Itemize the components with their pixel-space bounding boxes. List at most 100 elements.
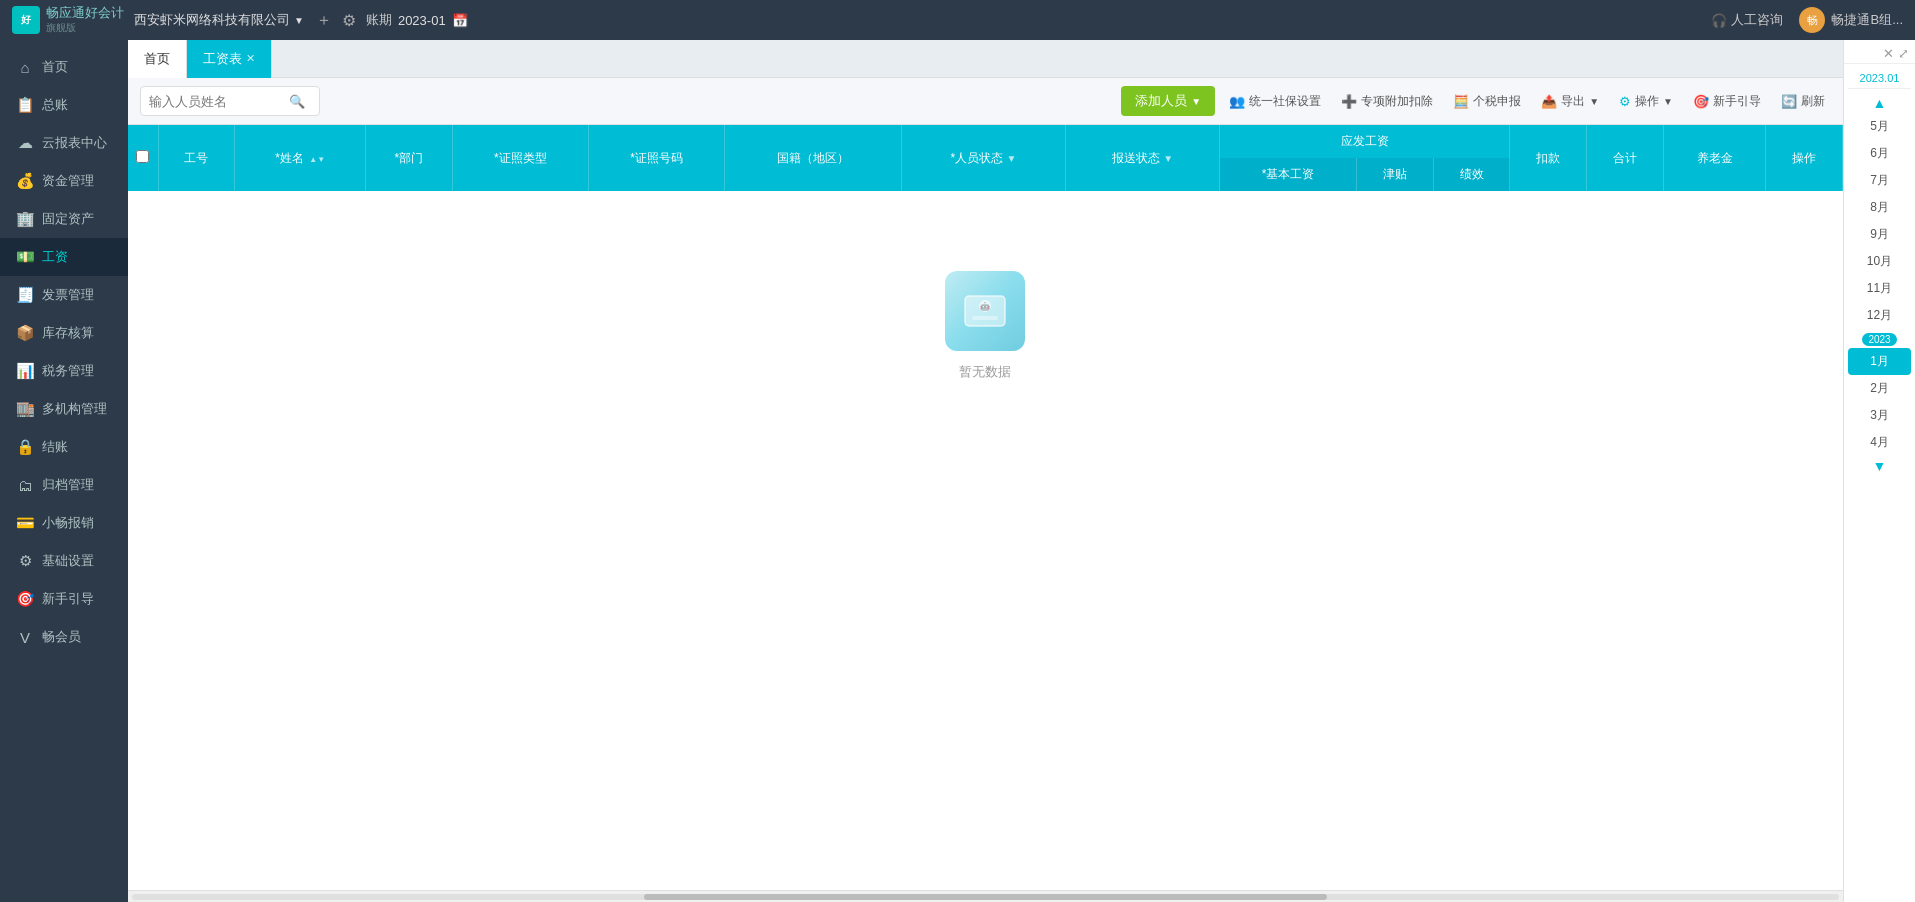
month-item-12[interactable]: 12月 [1848,302,1911,329]
member-icon: V [16,629,34,646]
sidebar-item-label: 归档管理 [42,476,94,494]
date-panel-up-nav[interactable]: ▲ [1873,93,1887,113]
th-operations: 操作 [1766,125,1843,191]
sidebar-item-member[interactable]: V 畅会员 [0,618,128,656]
empty-state-row: 🤖 暂无数据 [128,191,1843,461]
sidebar-item-multi[interactable]: 🏬 多机构管理 [0,390,128,428]
table-wrap: 工号 *姓名 ▲▼ *部门 *证照类型 *证照号码 国籍（地区） *人员状态 ▼ [128,125,1843,890]
refresh-label: 刷新 [1801,93,1825,110]
select-all-checkbox[interactable] [136,150,149,163]
tab-home[interactable]: 首页 [128,40,187,78]
sidebar-item-label: 结账 [42,438,68,456]
operations-arrow-icon: ▼ [1663,96,1673,107]
logo-area: 好 畅应通好会计 旗舰版 [12,5,124,35]
guide-icon: 🎯 [16,590,34,608]
period-area: 账期 2023-01 📅 [366,11,468,29]
operations-button[interactable]: ⚙ 操作 ▼ [1613,86,1679,116]
th-dept: *部门 [365,125,452,191]
special-deduct-label: 专项附加扣除 [1361,93,1433,110]
month-item-9[interactable]: 9月 [1848,221,1911,248]
status-filter-icon[interactable]: ▼ [1007,153,1017,164]
month-item-7[interactable]: 7月 [1848,167,1911,194]
name-sort-icon[interactable]: ▲▼ [309,156,325,164]
th-checkbox[interactable] [128,125,158,191]
social-settings-button[interactable]: 👥 统一社保设置 [1223,86,1327,116]
th-status: *人员状态 ▼ [902,125,1066,191]
th-deduct: 扣款 [1510,125,1587,191]
month-item-4[interactable]: 4月 [1848,429,1911,456]
sidebar-item-basic[interactable]: ⚙ 基础设置 [0,542,128,580]
sidebar-item-home[interactable]: ⌂ 首页 [0,48,128,86]
sidebar-item-fund[interactable]: 💰 资金管理 [0,162,128,200]
sidebar-item-expense[interactable]: 💳 小畅报销 [0,504,128,542]
date-year-badge: 2023 [1862,333,1896,346]
search-input-wrap[interactable]: 🔍 [140,86,320,116]
new-guide-button[interactable]: 🎯 新手引导 [1687,86,1767,116]
top-bar: 好 畅应通好会计 旗舰版 西安虾米网络科技有限公司 ▼ ＋ ⚙ 账期 2023-… [0,0,1915,40]
tab-home-label: 首页 [144,50,170,68]
settings-button[interactable]: ⚙ [342,11,356,30]
month-item-3[interactable]: 3月 [1848,402,1911,429]
month-item-2[interactable]: 2月 [1848,375,1911,402]
ledger-icon: 📋 [16,96,34,114]
month-item-10[interactable]: 10月 [1848,248,1911,275]
th-nation: 国籍（地区） [725,125,902,191]
company-dropdown-icon[interactable]: ▼ [294,15,304,26]
add-button[interactable]: ＋ [316,10,332,31]
tab-salary-label: 工资表 [203,50,242,68]
multi-icon: 🏬 [16,400,34,418]
sidebar-item-inventory[interactable]: 📦 库存核算 [0,314,128,352]
inventory-icon: 📦 [16,324,34,342]
archive-icon: 🗂 [16,477,34,494]
refresh-button[interactable]: 🔄 刷新 [1775,86,1831,116]
export-arrow-icon: ▼ [1589,96,1599,107]
sidebar-item-report[interactable]: ☁ 云报表中心 [0,124,128,162]
sidebar-item-salary[interactable]: 💵 工资 [0,238,128,276]
tab-salary-table[interactable]: 工资表 ✕ [187,40,272,78]
logo-text: 畅应通好会计 [46,5,124,21]
service-button[interactable]: 🎧 人工咨询 [1711,11,1783,29]
sidebar-item-invoice[interactable]: 🧾 发票管理 [0,276,128,314]
sidebar-item-close[interactable]: 🔒 结账 [0,428,128,466]
h-scrollbar[interactable] [128,890,1843,902]
sidebar-item-assets[interactable]: 🏢 固定资产 [0,200,128,238]
month-item-5[interactable]: 5月 [1848,113,1911,140]
date-panel-expand-icon[interactable]: ⤢ [1898,46,1909,61]
top-bar-right: 🎧 人工咨询 畅 畅捷通B组... [1711,7,1903,33]
date-panel-close-icon[interactable]: ✕ [1883,46,1894,61]
personal-tax-button[interactable]: 🧮 个税申报 [1447,86,1527,116]
add-person-button[interactable]: 添加人员 ▼ [1121,86,1215,116]
special-deduct-button[interactable]: ➕ 专项附加扣除 [1335,86,1439,116]
sidebar-item-tax[interactable]: 📊 税务管理 [0,352,128,390]
sidebar-item-guide[interactable]: 🎯 新手引导 [0,580,128,618]
sidebar-item-ledger[interactable]: 📋 总账 [0,86,128,124]
sidebar-item-label: 资金管理 [42,172,94,190]
top-bar-actions: ＋ ⚙ [316,10,356,31]
sidebar-item-label: 基础设置 [42,552,94,570]
month-item-11[interactable]: 11月 [1848,275,1911,302]
sidebar-item-archive[interactable]: 🗂 归档管理 [0,466,128,504]
th-total: 合计 [1587,125,1664,191]
report-status-filter-icon[interactable]: ▼ [1163,153,1173,164]
th-name: *姓名 ▲▼ [235,125,366,191]
sidebar-item-label: 云报表中心 [42,134,107,152]
expense-icon: 💳 [16,514,34,532]
month-item-6[interactable]: 6月 [1848,140,1911,167]
month-item-1-active[interactable]: 1月 [1848,348,1911,375]
home-icon: ⌂ [16,59,34,76]
user-area[interactable]: 畅 畅捷通B组... [1799,7,1903,33]
search-input[interactable] [149,94,289,109]
tab-close-icon[interactable]: ✕ [246,52,255,65]
cloud-icon: ☁ [16,134,34,152]
date-panel-period-header: 2023.01 [1848,68,1911,89]
export-button[interactable]: 📤 导出 ▼ [1535,86,1605,116]
service-label: 人工咨询 [1731,11,1783,29]
month-item-8[interactable]: 8月 [1848,194,1911,221]
company-selector[interactable]: 西安虾米网络科技有限公司 ▼ [134,11,304,29]
user-name: 畅捷通B组... [1831,11,1903,29]
date-panel-down-nav[interactable]: ▼ [1873,456,1887,476]
scrollbar-thumb[interactable] [644,894,1327,900]
calendar-icon[interactable]: 📅 [452,13,468,28]
tax-icon: 📊 [16,362,34,380]
th-allowance: 津贴 [1356,158,1433,191]
